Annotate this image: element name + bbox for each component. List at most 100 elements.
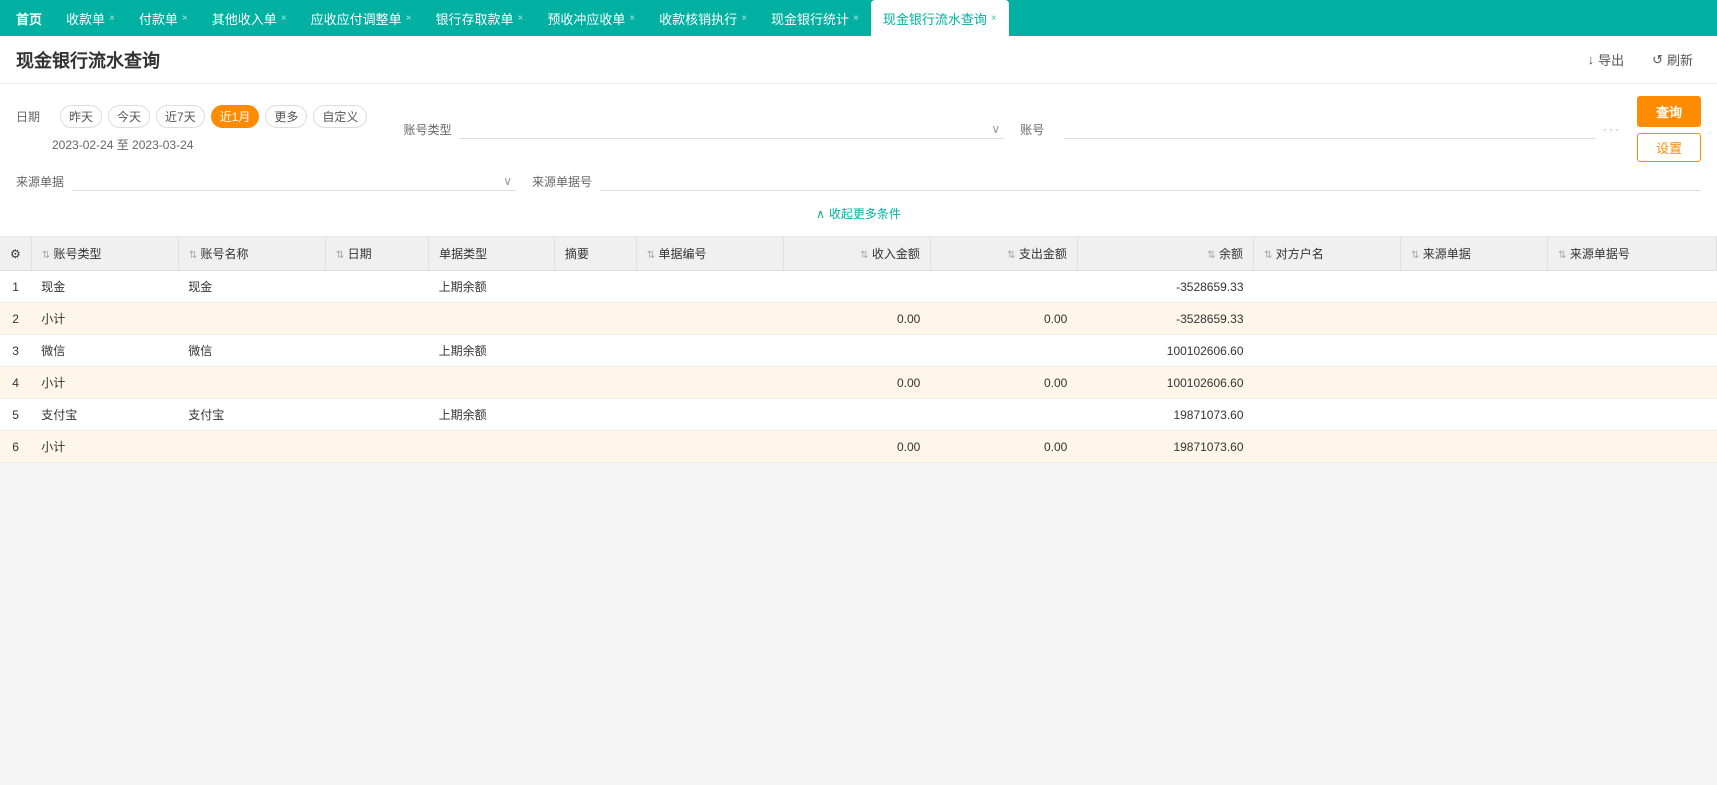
refresh-icon: ↺ xyxy=(1652,52,1663,68)
cell-account-type: 微信 xyxy=(31,335,178,367)
col-header-doc-no[interactable]: ⇅ 单据编号 xyxy=(636,237,783,271)
cell-doc-type xyxy=(429,367,555,399)
col-header-expense[interactable]: ⇅ 支出金额 xyxy=(930,237,1077,271)
date-btn-1month[interactable]: 近1月 xyxy=(211,105,260,128)
nav-item-home[interactable]: 首页 xyxy=(4,0,54,36)
export-button[interactable]: ↓ 导出 xyxy=(1580,46,1633,73)
cell-source-doc xyxy=(1401,303,1548,335)
nav-item-verification[interactable]: 收款核销执行 × xyxy=(647,0,759,36)
cell-doc-type: 上期余额 xyxy=(429,335,555,367)
cell-account-name: 现金 xyxy=(178,271,325,303)
cell-balance: 100102606.60 xyxy=(1077,335,1253,367)
col-header-account-type[interactable]: ⇅ 账号类型 xyxy=(31,237,178,271)
dots-icon[interactable]: ··· xyxy=(1603,122,1621,136)
row-index: 5 xyxy=(0,399,31,431)
account-type-select[interactable]: ∨ xyxy=(459,120,1004,139)
cell-date xyxy=(325,367,428,399)
gear-icon[interactable]: ⚙ xyxy=(10,247,21,261)
close-icon[interactable]: × xyxy=(629,13,635,24)
cell-summary xyxy=(554,335,636,367)
page-header: 现金银行流水查询 ↓ 导出 ↺ 刷新 xyxy=(0,36,1717,84)
col-header-counterpart[interactable]: ⇅ 对方户名 xyxy=(1254,237,1401,271)
cell-income: 0.00 xyxy=(783,367,930,399)
close-icon[interactable]: × xyxy=(853,13,859,24)
close-icon[interactable]: × xyxy=(991,13,997,24)
table-header-row: ⚙ ⇅ 账号类型 ⇅ 账号名称 ⇅ 日期 单据类型 摘要 xyxy=(0,237,1717,271)
cell-income xyxy=(783,271,930,303)
account-type-input[interactable] xyxy=(463,122,991,136)
source-doc-no-label: 来源单据号 xyxy=(532,173,592,190)
chevron-down-icon-2[interactable]: ∨ xyxy=(503,174,512,188)
account-input[interactable] xyxy=(1068,122,1591,136)
page-title: 现金银行流水查询 xyxy=(16,47,160,73)
cell-date xyxy=(325,431,428,463)
cell-expense xyxy=(930,399,1077,431)
cell-doc-type xyxy=(429,303,555,335)
settings-button[interactable]: 设置 xyxy=(1637,133,1701,162)
column-settings[interactable]: ⚙ xyxy=(0,237,31,271)
cell-balance: -3528659.33 xyxy=(1077,303,1253,335)
refresh-button[interactable]: ↺ 刷新 xyxy=(1644,46,1701,73)
nav-item-payment[interactable]: 付款单 × xyxy=(127,0,200,36)
nav-item-statistics[interactable]: 现金银行统计 × xyxy=(759,0,871,36)
table-container: ⚙ ⇅ 账号类型 ⇅ 账号名称 ⇅ 日期 单据类型 摘要 xyxy=(0,237,1717,463)
nav-item-receipt[interactable]: 收款单 × xyxy=(54,0,127,36)
col-header-account-name[interactable]: ⇅ 账号名称 xyxy=(178,237,325,271)
row-index: 4 xyxy=(0,367,31,399)
table-row: 4小计0.000.00100102606.60 xyxy=(0,367,1717,399)
nav-item-bank-deposit[interactable]: 银行存取款单 × xyxy=(423,0,535,36)
close-icon[interactable]: × xyxy=(517,13,523,24)
cell-doc-no xyxy=(636,431,783,463)
cell-source-doc-no xyxy=(1548,399,1717,431)
source-doc-select[interactable]: ∨ xyxy=(72,172,516,191)
source-doc-no-input[interactable] xyxy=(604,174,1697,188)
cell-counterpart xyxy=(1254,271,1401,303)
cell-balance: -3528659.33 xyxy=(1077,271,1253,303)
account-label: 账号 xyxy=(1020,121,1056,138)
nav-item-prepayment[interactable]: 预收冲应收单 × xyxy=(535,0,647,36)
nav-item-adjustment[interactable]: 应收应付调整单 × xyxy=(299,0,424,36)
cell-account-type: 支付宝 xyxy=(31,399,178,431)
date-btn-7days[interactable]: 近7天 xyxy=(156,105,205,128)
close-icon[interactable]: × xyxy=(406,13,412,24)
date-btn-custom[interactable]: 自定义 xyxy=(313,105,367,128)
col-header-doc-type[interactable]: 单据类型 xyxy=(429,237,555,271)
date-btn-today[interactable]: 今天 xyxy=(108,105,150,128)
col-header-income[interactable]: ⇅ 收入金额 xyxy=(783,237,930,271)
close-icon[interactable]: × xyxy=(741,13,747,24)
source-doc-input[interactable] xyxy=(76,174,503,188)
close-icon[interactable]: × xyxy=(109,13,115,24)
cell-account-type: 小计 xyxy=(31,303,178,335)
row-index: 1 xyxy=(0,271,31,303)
close-icon[interactable]: × xyxy=(182,13,188,24)
col-header-source-doc-no[interactable]: ⇅ 来源单据号 xyxy=(1548,237,1717,271)
cell-doc-type: 上期余额 xyxy=(429,399,555,431)
cell-doc-no xyxy=(636,399,783,431)
row-index: 3 xyxy=(0,335,31,367)
col-header-balance[interactable]: ⇅ 余额 xyxy=(1077,237,1253,271)
col-header-date[interactable]: ⇅ 日期 xyxy=(325,237,428,271)
close-icon[interactable]: × xyxy=(281,13,287,24)
cell-account-type: 小计 xyxy=(31,431,178,463)
col-header-source-doc[interactable]: ⇅ 来源单据 xyxy=(1401,237,1548,271)
date-btn-yesterday[interactable]: 昨天 xyxy=(60,105,102,128)
cell-counterpart xyxy=(1254,399,1401,431)
cell-income xyxy=(783,399,930,431)
table-row: 3微信微信上期余额100102606.60 xyxy=(0,335,1717,367)
collapse-bar[interactable]: ∧ 收起更多条件 xyxy=(16,201,1701,224)
nav-item-flow-query[interactable]: 现金银行流水查询 × xyxy=(871,0,1009,36)
table-row: 5支付宝支付宝上期余额19871073.60 xyxy=(0,399,1717,431)
date-btn-more[interactable]: 更多 xyxy=(265,105,307,128)
filter-row-1: 日期 昨天 今天 近7天 近1月 更多 自定义 2023-02-24 至 202… xyxy=(16,96,1701,162)
source-doc-label: 来源单据 xyxy=(16,173,64,190)
cell-income xyxy=(783,335,930,367)
account-type-label: 账号类型 xyxy=(403,121,451,138)
col-header-summary[interactable]: 摘要 xyxy=(554,237,636,271)
cell-account-type: 现金 xyxy=(31,271,178,303)
chevron-down-icon[interactable]: ∨ xyxy=(991,122,1000,136)
source-doc-no-input-wrap xyxy=(600,172,1701,191)
cell-income: 0.00 xyxy=(783,431,930,463)
query-button[interactable]: 查询 xyxy=(1637,96,1701,127)
cell-account-type: 小计 xyxy=(31,367,178,399)
nav-item-other-income[interactable]: 其他收入单 × xyxy=(200,0,299,36)
